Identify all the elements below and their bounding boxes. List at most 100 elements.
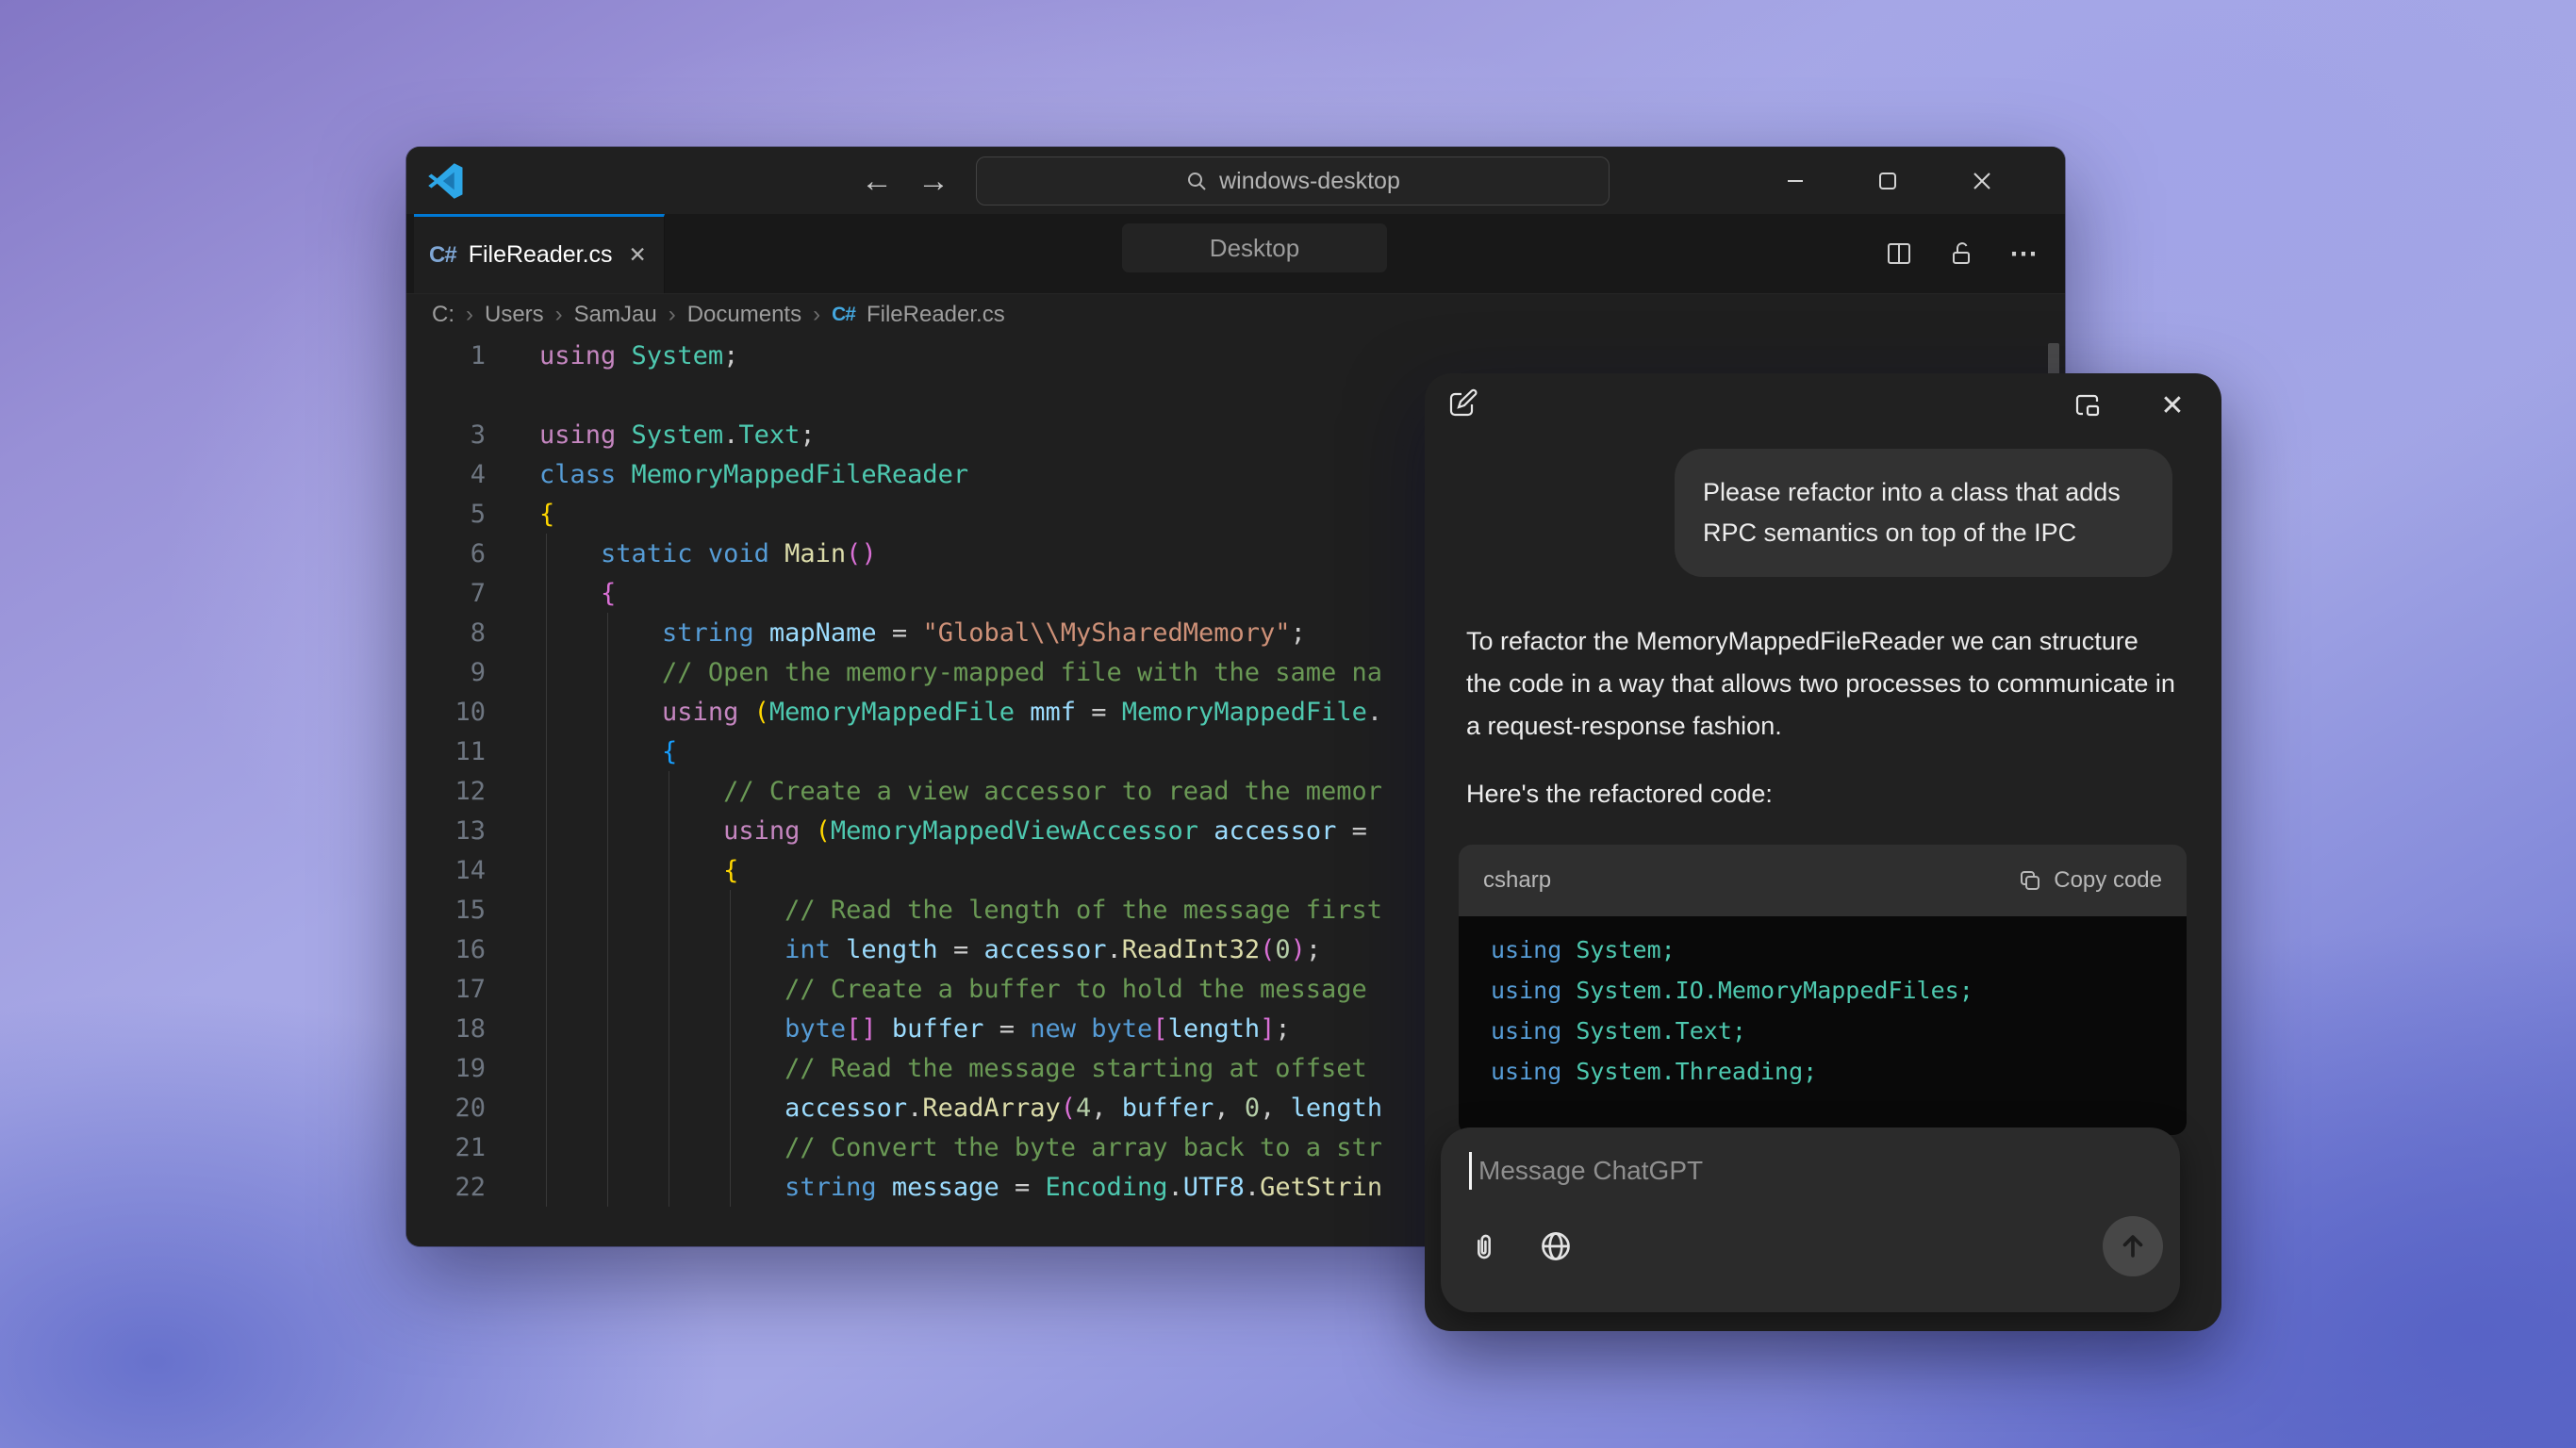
editor-line[interactable]: 1 using System; [406, 337, 2065, 376]
chat-code-line: using System; [1491, 930, 2187, 970]
new-chat-button[interactable] [1442, 383, 1483, 424]
line-number: 4 [406, 455, 486, 495]
code-text: string mapName = "Global\\MySharedMemory… [539, 614, 1306, 653]
line-number: 12 [406, 772, 486, 812]
line-number: 3 [406, 416, 486, 455]
chat-code-line: using System.Threading; [1491, 1051, 2187, 1092]
line-number: 11 [406, 732, 486, 772]
window-close-button[interactable] [1953, 156, 2011, 206]
line-number: 5 [406, 495, 486, 535]
breadcrumb-separator: › [813, 302, 820, 328]
code-text: // Open the memory-mapped file with the … [539, 653, 1382, 693]
attach-file-button[interactable] [1463, 1226, 1505, 1267]
line-number: 13 [406, 812, 486, 851]
send-button[interactable] [2103, 1216, 2163, 1276]
code-text: { [539, 495, 554, 535]
minimize-icon [1783, 169, 1808, 193]
breadcrumb-separator: › [466, 302, 473, 328]
line-number: 7 [406, 574, 486, 614]
line-number: 18 [406, 1010, 486, 1049]
code-language-label: csharp [1483, 867, 1551, 894]
pop-out-button[interactable] [2067, 385, 2108, 426]
code-text: int length = accessor.ReadInt32(0); [539, 930, 1321, 970]
line-number: 15 [406, 891, 486, 930]
breadcrumb-separator: › [669, 302, 676, 328]
line-number: 17 [406, 970, 486, 1010]
code-text: accessor.ReadArray(4, buffer, 0, length [539, 1089, 1382, 1128]
code-text: { [539, 851, 738, 891]
text-caret [1469, 1152, 1472, 1190]
more-actions-icon[interactable]: ⋯ [2005, 235, 2042, 272]
code-text: // Create a buffer to hold the message [539, 970, 1367, 1010]
line-number: 6 [406, 535, 486, 574]
chat-close-button[interactable]: ✕ [2152, 385, 2193, 426]
command-center-search[interactable]: windows-desktop [976, 156, 1610, 206]
editor-tab-bar: C# FileReader.cs ✕ Desktop ⋯ [406, 214, 2065, 294]
chat-input[interactable]: Message ChatGPT [1441, 1127, 2180, 1312]
chat-code-line: using System.Text; [1491, 1011, 2187, 1051]
line-number: 10 [406, 693, 486, 732]
chat-code-line: using System.IO.MemoryMappedFiles; [1491, 970, 2187, 1011]
line-number: 21 [406, 1128, 486, 1168]
send-arrow-icon [2117, 1230, 2149, 1262]
code-text: using System; [539, 337, 738, 376]
line-number: 16 [406, 930, 486, 970]
code-text: // Create a view accessor to read the me… [539, 772, 1382, 812]
nav-back-icon[interactable]: ← [855, 160, 899, 202]
maximize-button[interactable] [1858, 156, 1917, 206]
copy-code-button[interactable]: Copy code [2018, 867, 2162, 894]
code-text: using (MemoryMappedViewAccessor accessor… [539, 812, 1367, 851]
globe-icon [1539, 1229, 1573, 1263]
code-text: using System.Text; [539, 416, 816, 455]
split-editor-icon[interactable] [1880, 235, 1918, 272]
code-text: using (MemoryMappedFile mmf = MemoryMapp… [539, 693, 1382, 732]
unlock-icon[interactable] [1942, 235, 1980, 272]
desktop-chip: Desktop [1122, 223, 1387, 272]
nav-forward-icon[interactable]: → [912, 160, 955, 202]
chat-input-placeholder: Message ChatGPT [1478, 1156, 1703, 1186]
breadcrumb-item[interactable]: Users [485, 302, 544, 328]
line-number: 14 [406, 851, 486, 891]
code-text: string message = Encoding.UTF8.GetStrin [539, 1168, 1382, 1208]
line-number: 8 [406, 614, 486, 653]
breadcrumb[interactable]: C: › Users › SamJau › Documents › C# FileReader.c… [432, 294, 1005, 335]
chat-code-block: csharp Copy code using System;using Syst… [1459, 845, 2187, 1135]
copy-icon [2018, 868, 2042, 893]
user-message-bubble: Please refactor into a class that adds R… [1675, 449, 2172, 577]
breadcrumb-item[interactable]: Documents [687, 302, 801, 328]
code-text: // Convert the byte array back to a str [539, 1128, 1382, 1168]
desktop-background: ← → windows-desktop C# FileReader.cs [0, 0, 2576, 1448]
line-number: 19 [406, 1049, 486, 1089]
breadcrumb-separator: › [555, 302, 563, 328]
breadcrumb-item[interactable]: C: [432, 302, 454, 328]
code-text: // Read the length of the message first [539, 891, 1382, 930]
minimize-button[interactable] [1766, 156, 1825, 206]
chatgpt-panel: ✕ Please refactor into a class that adds… [1425, 373, 2221, 1331]
vscode-logo-icon [427, 162, 465, 200]
line-number: 22 [406, 1168, 486, 1208]
code-block-header: csharp Copy code [1459, 845, 2187, 916]
web-search-button[interactable] [1535, 1226, 1577, 1267]
maximize-icon [1875, 169, 1900, 193]
tab-label: FileReader.cs [469, 241, 613, 269]
code-text: class MemoryMappedFileReader [539, 455, 968, 495]
csharp-file-icon: C# [832, 304, 855, 326]
breadcrumb-item[interactable]: SamJau [574, 302, 657, 328]
tab-close-icon[interactable]: ✕ [625, 240, 651, 270]
user-message-text: Please refactor into a class that adds R… [1703, 478, 2121, 547]
code-text: byte[] buffer = new byte[length]; [539, 1010, 1291, 1049]
code-text: { [539, 732, 677, 772]
breadcrumb-file[interactable]: FileReader.cs [867, 302, 1005, 328]
chat-close-icon: ✕ [2160, 389, 2184, 422]
new-chat-icon [1446, 387, 1478, 420]
code-block-body[interactable]: using System;using System.IO.MemoryMappe… [1459, 916, 2187, 1135]
line-number: 1 [406, 337, 486, 376]
pop-out-icon [2072, 389, 2104, 421]
search-value: windows-desktop [1219, 168, 1400, 195]
tab-filereader[interactable]: C# FileReader.cs ✕ [414, 214, 665, 293]
assistant-paragraph: Here's the refactored code: [1466, 773, 2179, 815]
vscode-titlebar[interactable]: ← → windows-desktop [406, 147, 2065, 214]
code-text: static void Main() [539, 535, 877, 574]
csharp-file-icon: C# [429, 242, 456, 269]
window-close-icon [1970, 169, 1994, 193]
